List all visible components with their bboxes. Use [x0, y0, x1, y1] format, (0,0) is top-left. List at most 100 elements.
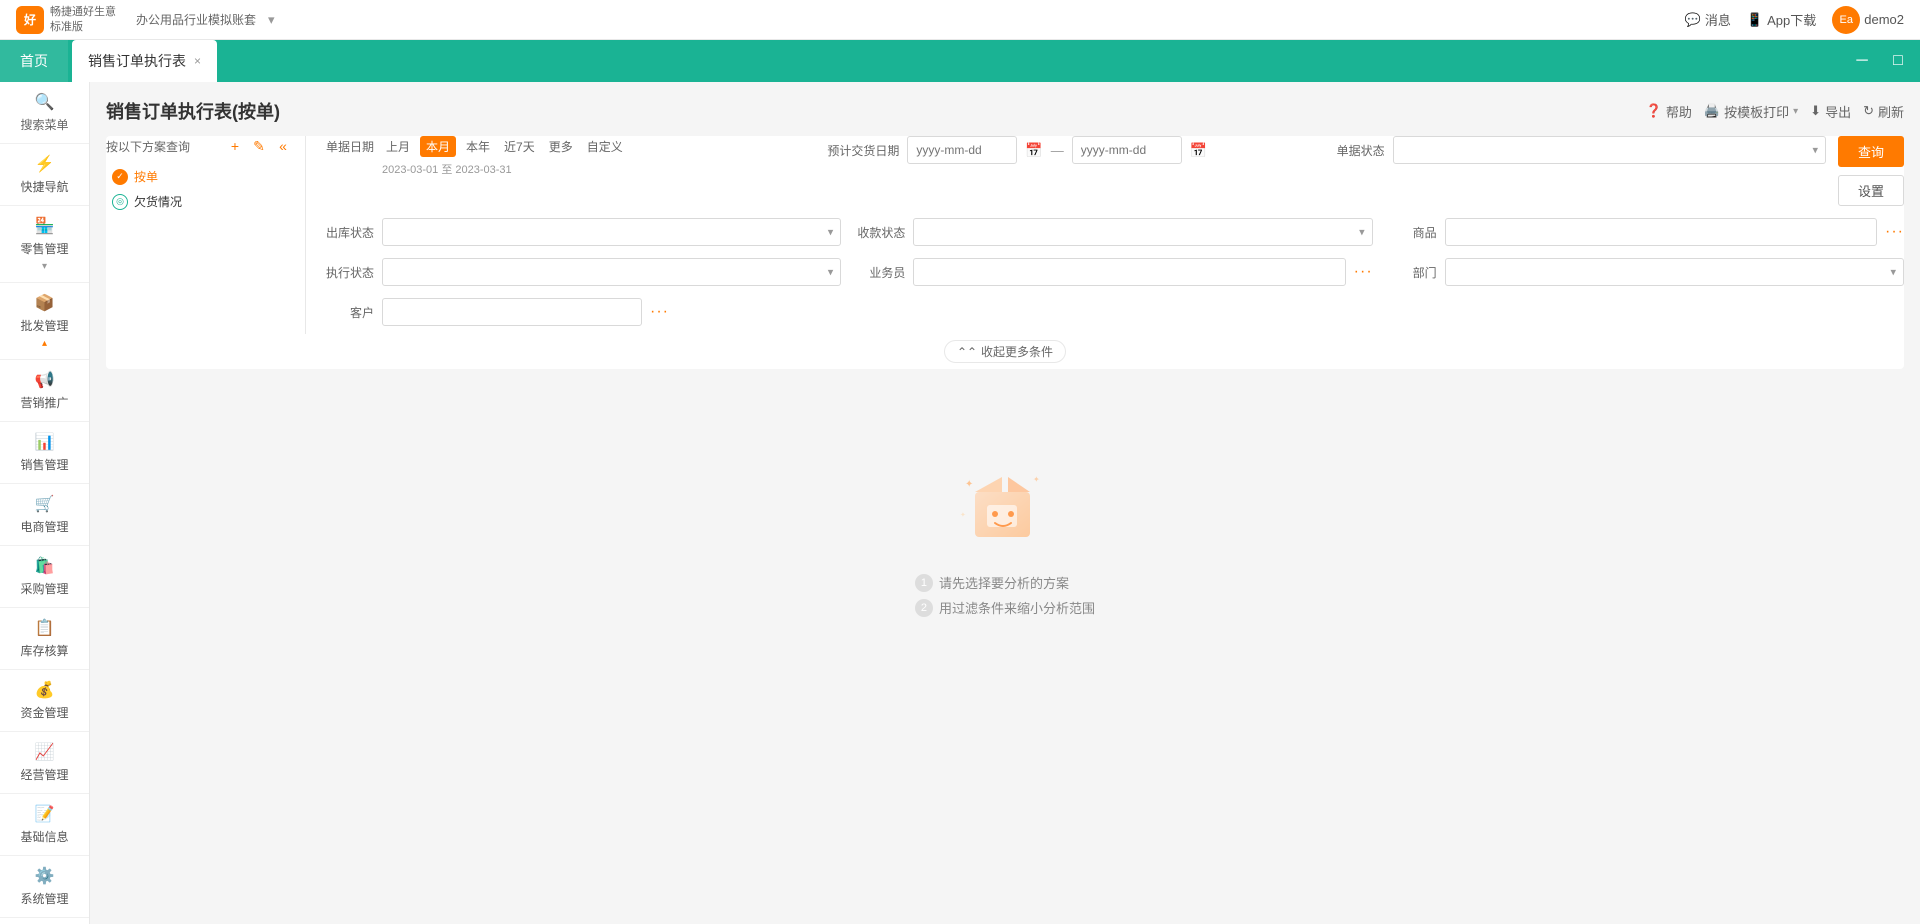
tab-home[interactable]: 首页 — [0, 40, 68, 82]
scheme-normal-icon: ◎ — [112, 194, 128, 210]
logo-area: 好 畅捷通好生意 标准版 — [16, 5, 116, 34]
download-icon: 📱 — [1747, 12, 1763, 28]
edit-icon: ✎ — [253, 138, 265, 155]
exec-status-select[interactable] — [382, 258, 841, 286]
scheme-item-欠货情况[interactable]: ◎ 欠货情况 — [106, 189, 293, 214]
sidebar-quick-nav[interactable]: ⚡ 快捷导航 — [0, 144, 89, 206]
sidebar-item-marketing[interactable]: 📢 营销推广 — [0, 360, 89, 422]
empty-hint-2: 2 用过滤条件来缩小分析范围 — [915, 598, 1095, 617]
finance-icon: 💰 — [35, 680, 55, 700]
goods-input[interactable] — [1445, 218, 1877, 246]
system-icon: ⚙️ — [35, 866, 55, 886]
sidebar-item-finance[interactable]: 💰 资金管理 — [0, 670, 89, 732]
edit-scheme-button[interactable]: ✎ — [249, 136, 269, 156]
print-arrow-icon: ▾ — [1793, 106, 1798, 117]
tab-bar-actions: ─ □ — [1848, 47, 1920, 75]
dept-label: 部门 — [1385, 264, 1437, 281]
salesman-cell: 业务员 ··· — [853, 258, 1372, 286]
out-status-select[interactable] — [382, 218, 841, 246]
exec-status-cell: 执行状态 — [322, 258, 841, 286]
date-filter-tabs: 上月 本月 本年 近7天 更多 自定义 — [382, 136, 627, 157]
ecommerce-icon: 🛒 — [35, 494, 55, 514]
date-tab-last7[interactable]: 近7天 — [500, 136, 539, 157]
tab-maximize-button[interactable]: □ — [1884, 47, 1912, 75]
recv-status-select[interactable] — [913, 218, 1372, 246]
date-tab-more[interactable]: 更多 — [545, 136, 577, 157]
sidebar-item-basic[interactable]: 📝 基础信息 — [0, 794, 89, 856]
hint-2-number: 2 — [915, 599, 933, 617]
doc-status-select[interactable] — [1393, 136, 1826, 164]
filter-fields-panel: 单据日期 上月 本月 本年 近7天 更多 自定义 — [306, 136, 1904, 334]
recv-status-cell: 收款状态 — [853, 218, 1372, 246]
date-tab-last-month[interactable]: 上月 — [382, 136, 414, 157]
sidebar-item-stock[interactable]: 📋 库存核算 — [0, 608, 89, 670]
main-layout: 🔍 搜索菜单 ⚡ 快捷导航 🏪 零售管理 ▾ 📦 批发管理 ▴ 📢 营销推广 📊… — [0, 82, 1920, 924]
out-status-label: 出库状态 — [322, 224, 374, 241]
collapse-more-button[interactable]: ⌃⌃ 收起更多条件 — [944, 340, 1066, 363]
empty-icon: ✦ ✦ ✦ — [955, 457, 1055, 557]
svg-text:✦: ✦ — [960, 511, 966, 519]
recv-status-label: 收款状态 — [853, 224, 905, 241]
salesman-dots-button[interactable]: ··· — [1354, 263, 1373, 281]
customer-input[interactable] — [382, 298, 642, 326]
expected-date-end-input[interactable] — [1072, 136, 1182, 164]
print-button[interactable]: 🖨️ 按模板打印 ▾ — [1704, 102, 1798, 121]
add-scheme-button[interactable]: + — [225, 136, 245, 156]
date-separator: — — [1051, 143, 1064, 158]
message-button[interactable]: 💬 消息 — [1685, 10, 1731, 29]
help-button[interactable]: ❓ 帮助 — [1646, 102, 1692, 121]
basic-icon: 📝 — [35, 804, 55, 824]
sidebar-item-purchase[interactable]: 🛍️ 采购管理 — [0, 546, 89, 608]
goods-dots-button[interactable]: ··· — [1885, 223, 1904, 241]
sidebar-item-ecommerce[interactable]: 🛒 电商管理 — [0, 484, 89, 546]
sidebar-item-sales[interactable]: 📊 销售管理 — [0, 422, 89, 484]
filter-row4: 客户 ··· — [322, 298, 1904, 326]
date-tab-this-year[interactable]: 本年 — [462, 136, 494, 157]
hint-1-number: 1 — [915, 574, 933, 592]
date-label: 单据日期 — [322, 138, 374, 155]
sidebar-item-enterprise[interactable]: 🤝 企业协同 — [0, 918, 89, 924]
tab-close-icon[interactable]: × — [194, 54, 201, 68]
nav-icon: ⚡ — [35, 154, 55, 174]
sidebar-item-system[interactable]: ⚙️ 系统管理 — [0, 856, 89, 918]
page-title: 销售订单执行表(按单) — [106, 98, 280, 124]
recv-status-select-wrap — [913, 218, 1372, 246]
salesman-input[interactable] — [913, 258, 1345, 286]
collapse-scheme-button[interactable]: « — [273, 136, 293, 156]
date-tab-custom[interactable]: 自定义 — [583, 136, 627, 157]
logo-icon: 好 — [16, 6, 44, 34]
app-download-button[interactable]: 📱 App下载 — [1747, 10, 1816, 29]
filter-layout: 按以下方案查询 + ✎ « ✓ 按单 — [106, 136, 1904, 334]
filter-scheme-header: 按以下方案查询 + ✎ « — [106, 136, 293, 156]
export-button[interactable]: ⬇ 导出 — [1810, 102, 1851, 121]
customer-label: 客户 — [322, 304, 374, 321]
calendar-end-icon[interactable]: 📅 — [1190, 142, 1207, 159]
page-actions: ❓ 帮助 🖨️ 按模板打印 ▾ ⬇ 导出 ↻ 刷新 — [1646, 102, 1904, 121]
tab-minimize-button[interactable]: ─ — [1848, 47, 1876, 75]
user-menu-button[interactable]: Ea demo2 — [1832, 6, 1904, 34]
query-area: 查询 设置 — [1838, 136, 1904, 206]
tab-sales-order[interactable]: 销售订单执行表 × — [72, 40, 217, 82]
setting-button[interactable]: 设置 — [1838, 175, 1904, 206]
export-icon: ⬇ — [1810, 103, 1821, 119]
query-button[interactable]: 查询 — [1838, 136, 1904, 167]
sidebar-item-retail[interactable]: 🏪 零售管理 ▾ — [0, 206, 89, 283]
sidebar-search[interactable]: 🔍 搜索菜单 — [0, 82, 89, 144]
refresh-icon: ↻ — [1863, 103, 1874, 119]
breadcrumb: 办公用品行业模拟账套 — [136, 11, 256, 28]
sidebar-item-wholesale[interactable]: 📦 批发管理 ▴ — [0, 283, 89, 360]
refresh-button[interactable]: ↻ 刷新 — [1863, 102, 1904, 121]
marketing-icon: 📢 — [35, 370, 55, 390]
dept-select[interactable] — [1445, 258, 1904, 286]
date-tab-this-month[interactable]: 本月 — [420, 136, 456, 157]
calendar-start-icon[interactable]: 📅 — [1025, 142, 1042, 159]
sidebar-item-operation[interactable]: 📈 经营管理 — [0, 732, 89, 794]
sidebar: 🔍 搜索菜单 ⚡ 快捷导航 🏪 零售管理 ▾ 📦 批发管理 ▴ 📢 营销推广 📊… — [0, 82, 90, 924]
expected-date-start-input[interactable] — [907, 136, 1017, 164]
purchase-icon: 🛍️ — [35, 556, 55, 576]
customer-dots-button[interactable]: ··· — [650, 303, 669, 321]
scheme-active-icon: ✓ — [112, 169, 128, 185]
scheme-item-按单[interactable]: ✓ 按单 — [106, 164, 293, 189]
breadcrumb-arrow[interactable]: ▾ — [268, 12, 275, 28]
retail-icon: 🏪 — [35, 216, 55, 236]
